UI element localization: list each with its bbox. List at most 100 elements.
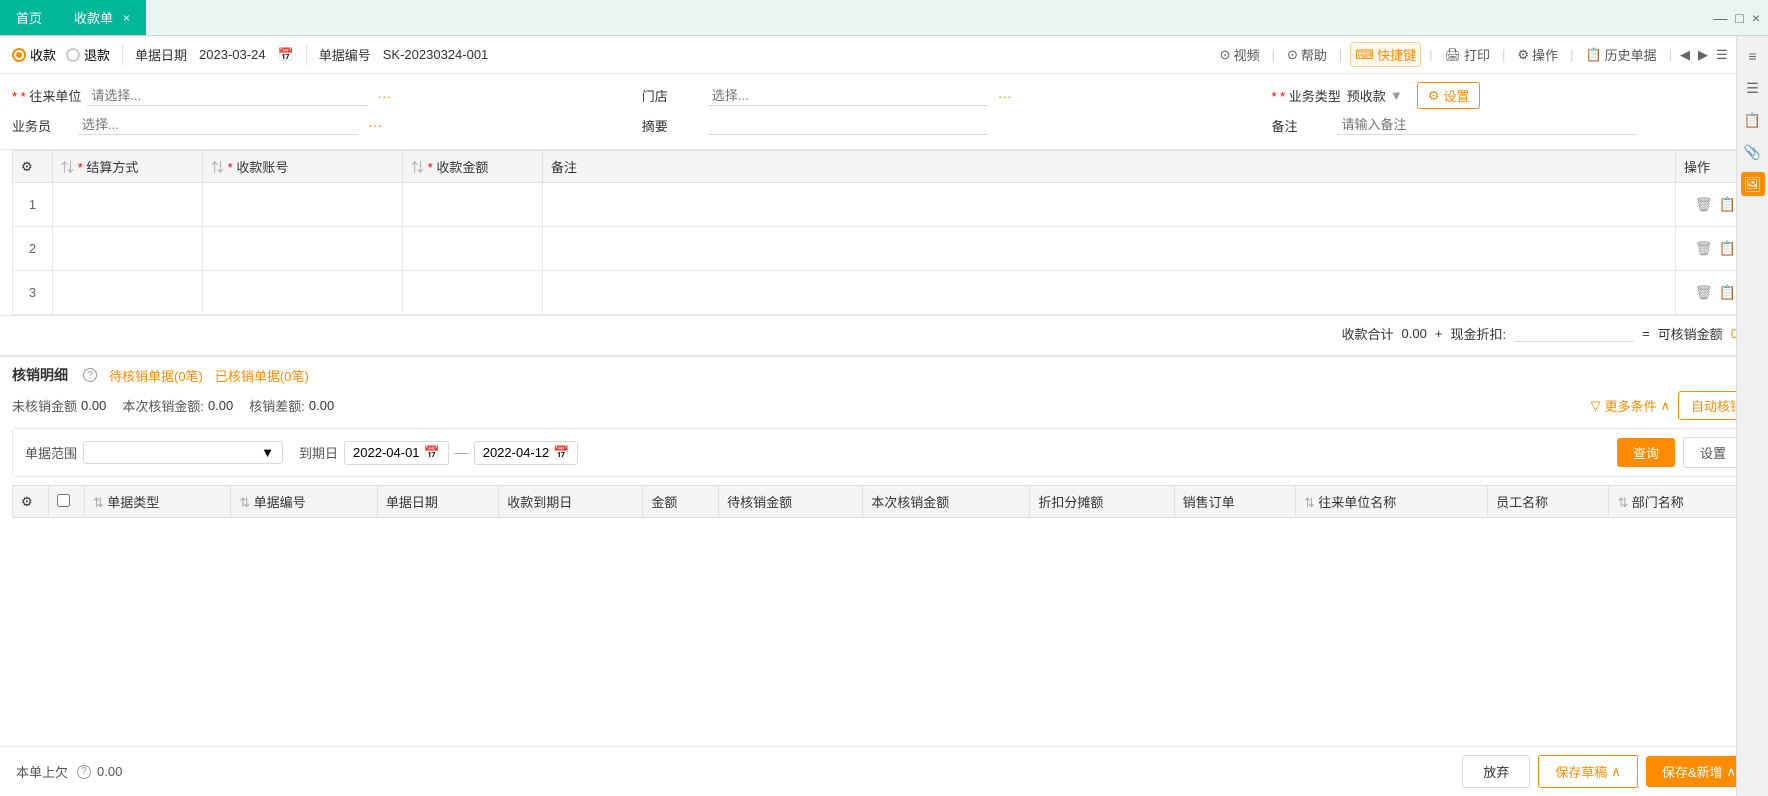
business-type-select[interactable]: 预收款 ▼ — [1347, 86, 1403, 105]
select-all-checkbox[interactable] — [57, 494, 70, 507]
row-3-settlement[interactable] — [53, 271, 203, 315]
toolbar-divider-1 — [122, 45, 123, 65]
date-from-value: 2022-04-01 — [353, 445, 420, 460]
maximize-button[interactable]: □ — [1735, 10, 1743, 26]
radio-refund-label: 退款 — [84, 45, 110, 64]
window-close-button[interactable]: × — [1752, 10, 1760, 26]
remark-input[interactable] — [1337, 115, 1637, 135]
abandon-button[interactable]: 放弃 — [1462, 755, 1530, 788]
video-icon: ⊙ — [1220, 47, 1231, 63]
tab-close-icon[interactable]: × — [123, 11, 130, 25]
partner-more-icon[interactable]: ··· — [377, 88, 391, 104]
calendar-to-icon[interactable]: 📅 — [553, 445, 569, 461]
save-draft-button[interactable]: 保存草稿 ∧ — [1538, 755, 1638, 788]
row-1-copy-icon[interactable]: 📋 — [1719, 196, 1736, 213]
row-1-remark[interactable] — [543, 183, 1676, 227]
writeoff-info-icon[interactable]: ? — [83, 368, 97, 382]
filter-settings-button[interactable]: 设置 — [1683, 437, 1743, 468]
help-icon: ⊙ — [1287, 47, 1298, 63]
next-icon[interactable]: ▶ — [1698, 47, 1708, 63]
calendar-from-icon[interactable]: 📅 — [424, 445, 440, 461]
done-tab[interactable]: 已核销单据(0笔) — [215, 366, 309, 385]
table-gear-icon[interactable]: ⚙ — [21, 159, 33, 174]
operation-button[interactable]: ⚙ 操作 — [1513, 43, 1562, 66]
more-conditions-button[interactable]: ▽ 更多条件 ∧ — [1590, 396, 1670, 415]
col-settings[interactable]: ⚙ — [13, 151, 53, 183]
right-sidebar: ≡ ☰ 📋 📎 🖼 — [1736, 36, 1768, 796]
row-3-remark[interactable] — [543, 271, 1676, 315]
row-2-remark[interactable] — [543, 227, 1676, 271]
row-3-copy-icon[interactable]: 📋 — [1719, 284, 1736, 301]
sidebar-icon-3[interactable]: 📋 — [1741, 108, 1765, 132]
list-icon[interactable]: ☰ — [1716, 47, 1728, 63]
store-more-icon[interactable]: ··· — [998, 88, 1012, 104]
row-2-settlement[interactable] — [53, 227, 203, 271]
summary-input[interactable] — [708, 115, 988, 135]
sidebar-icon-2[interactable]: ☰ — [1741, 76, 1765, 100]
writeoff-header: 核销明细 ? 待核销单据(0笔) 已核销单据(0笔) — [12, 365, 1756, 385]
sidebar-icon-1[interactable]: ≡ — [1741, 44, 1765, 68]
staff-more-icon[interactable]: ··· — [368, 117, 382, 133]
row-1-account[interactable] — [203, 183, 403, 227]
radio-receipt[interactable]: 收款 — [12, 45, 56, 64]
business-type-field: * 业务类型 预收款 ▼ ⚙ 设置 — [1271, 82, 1756, 109]
staff-input[interactable] — [78, 115, 358, 135]
form-row-2: 业务员 ··· 摘要 备注 — [12, 115, 1756, 135]
doc-num-label: 单据编号 — [319, 45, 371, 64]
query-button[interactable]: 查询 — [1617, 438, 1675, 467]
range-arrow: ▼ — [261, 445, 274, 460]
plus-sign: + — [1435, 326, 1443, 341]
store-input[interactable] — [708, 86, 988, 106]
discount-input[interactable] — [1514, 326, 1634, 342]
row-1-amount[interactable] — [403, 183, 543, 227]
row-2-amount[interactable] — [403, 227, 543, 271]
radio-refund[interactable]: 退款 — [66, 45, 110, 64]
row-2-account[interactable] — [203, 227, 403, 271]
operation-icon: ⚙ — [1517, 47, 1529, 63]
bt-col-amount: 金额 — [643, 486, 719, 518]
prev-icon[interactable]: ◀ — [1680, 47, 1690, 63]
date-to-value: 2022-04-12 — [483, 445, 550, 460]
minimize-button[interactable]: — — [1713, 10, 1727, 26]
help-button[interactable]: ⊙ 帮助 — [1283, 43, 1331, 66]
row-3-account[interactable] — [203, 271, 403, 315]
radio-receipt-label: 收款 — [30, 45, 56, 64]
row-1-settlement[interactable] — [53, 183, 203, 227]
row-1-delete-icon[interactable]: 🗑 — [1695, 196, 1713, 213]
partner-input[interactable] — [87, 86, 367, 106]
print-button[interactable]: 🖨 打印 — [1440, 43, 1494, 66]
range-field: 单据范围 ▼ — [25, 441, 283, 464]
video-button[interactable]: ⊙ 视频 — [1216, 43, 1264, 66]
range-select[interactable]: ▼ — [83, 441, 283, 464]
tab-home[interactable]: 首页 — [0, 0, 58, 35]
calendar-icon[interactable]: 📅 — [278, 47, 294, 63]
sidebar-icon-5[interactable]: 🖼 — [1741, 172, 1765, 196]
settings-button[interactable]: ⚙ 设置 — [1417, 82, 1481, 109]
date-field: 到期日 2022-04-01 📅 — 2022-04-12 📅 — [299, 441, 578, 465]
bt-col-date: 单据日期 — [377, 486, 498, 518]
receipt-type-radio-group: 收款 退款 — [12, 45, 110, 64]
discount-label: 现金折扣: — [1450, 324, 1506, 343]
date-from-input[interactable]: 2022-04-01 📅 — [344, 441, 449, 465]
sort-bt-2: ⇅ — [239, 495, 250, 510]
pending-tab[interactable]: 待核销单据(0笔) — [109, 366, 203, 385]
history-button[interactable]: 📋 历史单据 — [1581, 43, 1660, 66]
tab-receipt[interactable]: 收款单 × — [58, 0, 146, 35]
row-3-amount[interactable] — [403, 271, 543, 315]
row-2-copy-icon[interactable]: 📋 — [1719, 240, 1736, 257]
sort-bt-3: ⇅ — [1304, 495, 1315, 510]
shortcut-button[interactable]: ⌨ 快捷键 — [1350, 42, 1421, 67]
current-value: 0.00 — [208, 398, 233, 413]
total-label: 收款合计 — [1342, 324, 1394, 343]
bt-gear-icon[interactable]: ⚙ — [21, 494, 33, 509]
bt-col-checkbox[interactable] — [49, 486, 85, 518]
sidebar-icon-4[interactable]: 📎 — [1741, 140, 1765, 164]
row-3-delete-icon[interactable]: 🗑 — [1695, 284, 1713, 301]
shortcut-icon: ⌨ — [1355, 47, 1374, 63]
bt-col-settings[interactable]: ⚙ — [13, 486, 49, 518]
date-to-input[interactable]: 2022-04-12 📅 — [474, 441, 579, 465]
bt-col-partner: ⇅ 往来单位名称 — [1295, 486, 1487, 518]
row-2-delete-icon[interactable]: 🗑 — [1695, 240, 1713, 257]
bt-col-num: ⇅ 单据编号 — [231, 486, 377, 518]
footer-info-icon[interactable]: ? — [77, 765, 91, 779]
